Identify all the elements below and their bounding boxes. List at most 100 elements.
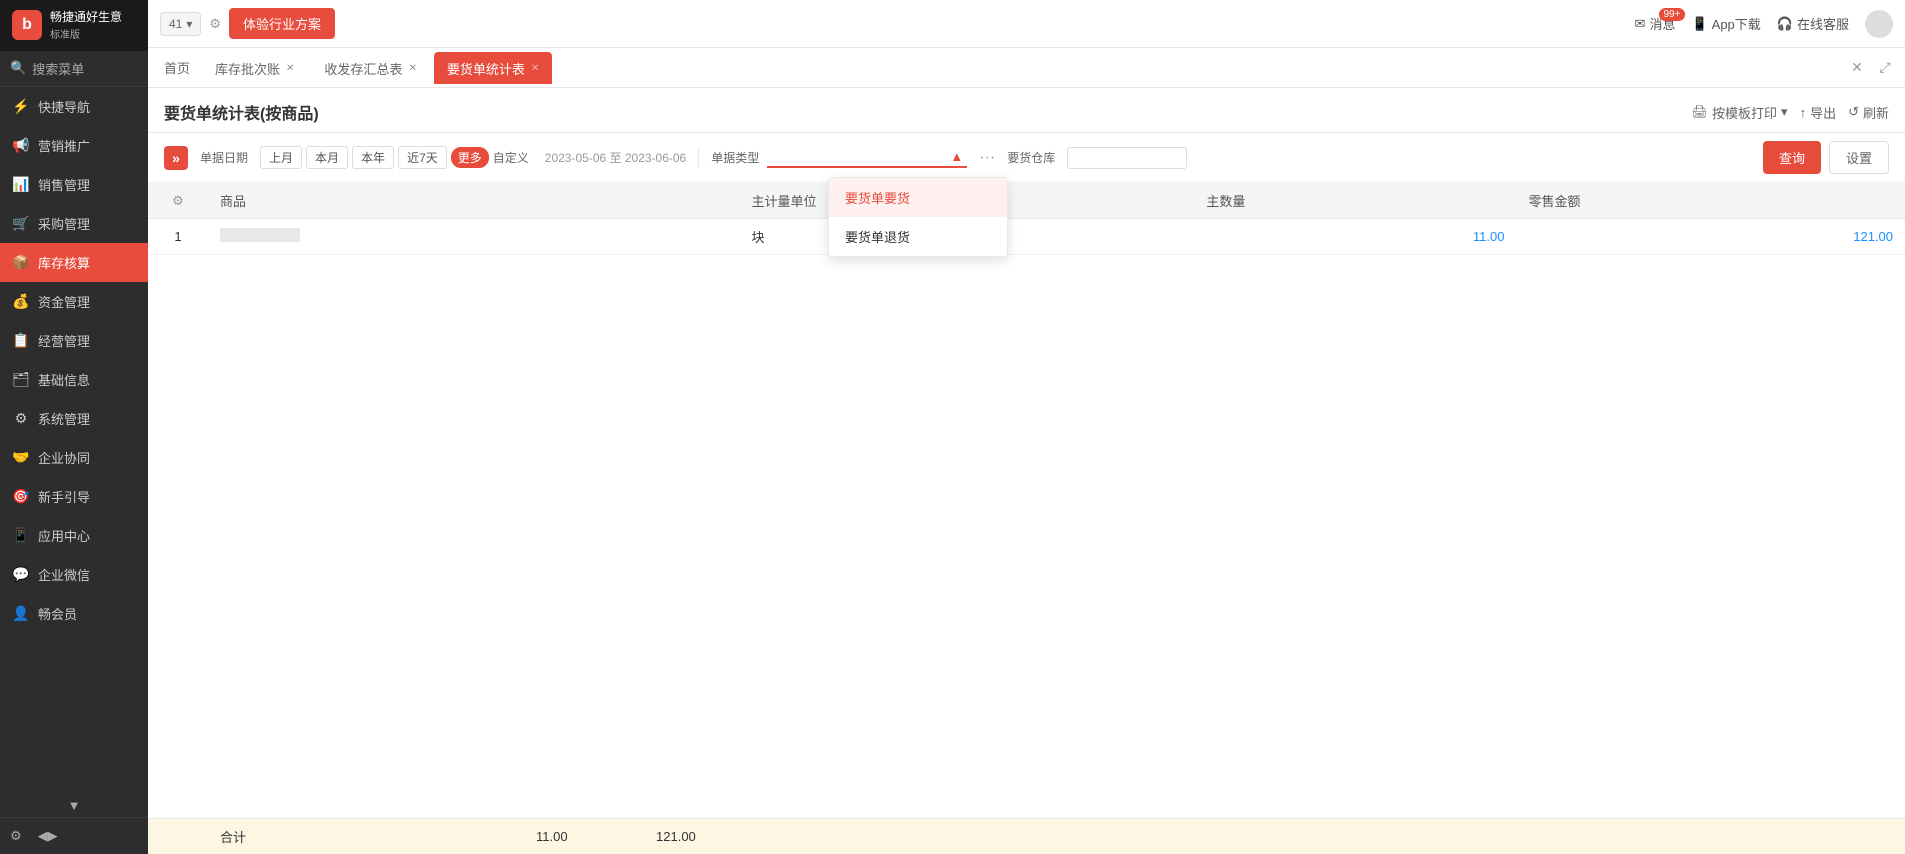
collapse-icon[interactable]: ◀▶: [38, 828, 58, 844]
cell-quantity: 11.00: [1194, 219, 1516, 255]
table-settings-icon[interactable]: ⚙: [172, 193, 184, 208]
sidebar-item-member[interactable]: 👤 畅会员: [0, 594, 148, 633]
type-label: 单据类型: [711, 149, 759, 166]
wechat-icon: 💬: [12, 566, 30, 583]
page-content: 要货单统计表(按商品) 🖨 按模板打印 ▾ ↑ 导出 ↺ 刷新 »: [148, 88, 1905, 854]
messages-item[interactable]: ✉ 消息 99+: [1635, 14, 1676, 33]
tab-close-all[interactable]: ✕: [1845, 56, 1869, 80]
footer-total-amount: 121.00: [656, 829, 736, 844]
cell-amount: 121.00: [1516, 219, 1905, 255]
dropdown-item-0[interactable]: 要货单要货: [829, 178, 1007, 217]
date-btn-this-year[interactable]: 本年: [352, 146, 394, 169]
warehouse-input[interactable]: [1067, 147, 1187, 169]
tab-close-order-stats[interactable]: ✕: [531, 63, 539, 74]
sidebar-item-wechat[interactable]: 💬 企业微信: [0, 555, 148, 594]
sidebar-item-marketing[interactable]: 📢 营销推广: [0, 126, 148, 165]
refresh-btn[interactable]: ↺ 刷新: [1848, 103, 1889, 122]
sidebar-item-inventory[interactable]: 📦 库存核算: [0, 243, 148, 282]
online-service-item[interactable]: 🎧 在线客服: [1777, 14, 1849, 33]
page-title: 要货单统计表(按商品): [164, 100, 319, 124]
date-btn-more[interactable]: 更多: [451, 147, 489, 168]
app-name: 畅捷通好生意: [50, 10, 122, 26]
date-btn-this-month[interactable]: 本月: [306, 146, 348, 169]
sidebar-item-guide[interactable]: 🎯 新手引导: [0, 477, 148, 516]
sidebar-item-enterprise[interactable]: 🤝 企业协同: [0, 438, 148, 477]
user-avatar[interactable]: [1865, 10, 1893, 38]
tab-home[interactable]: 首页: [156, 58, 198, 77]
sidebar-item-system[interactable]: ⚙ 系统管理: [0, 399, 148, 438]
quick-nav-icon: ⚡: [12, 98, 30, 115]
sidebar-item-purchase[interactable]: 🛒 采购管理: [0, 204, 148, 243]
product-placeholder: [220, 228, 300, 242]
col-product: 商品: [208, 183, 740, 219]
topbar: 41 ▾ ⚙ 体验行业方案 ✉ 消息 99+ 📱 App下载 🎧 在线客服: [148, 0, 1905, 48]
sidebar-search[interactable]: 🔍 搜索菜单: [0, 51, 148, 87]
cell-index: 1: [148, 219, 208, 255]
store-selector[interactable]: 41 ▾: [160, 12, 201, 36]
tab-close-receive-summary[interactable]: ✕: [408, 63, 416, 74]
tab-expand[interactable]: ⤢: [1873, 56, 1897, 80]
footer-label: 合计: [220, 827, 246, 846]
date-shortcuts: 上月 本月 本年 近7天 更多 自定义: [260, 146, 529, 169]
tab-receive-summary[interactable]: 收发存汇总表 ✕: [311, 52, 429, 84]
tab-inventory-batch[interactable]: 库存批次账 ✕: [202, 52, 307, 84]
filter-expand-btn[interactable]: »: [164, 146, 188, 170]
enterprise-icon: 🤝: [12, 449, 30, 466]
sidebar-item-quick-nav[interactable]: ⚡ 快捷导航: [0, 87, 148, 126]
date-btn-7days[interactable]: 近7天: [398, 146, 447, 169]
app-download-item[interactable]: 📱 App下载: [1691, 14, 1760, 33]
date-btn-prev-month[interactable]: 上月: [260, 146, 302, 169]
store-selector-dropdown-icon: ▾: [186, 17, 192, 31]
data-table: ⚙ 商品 主计量单位 主数量 零售金额 1 块: [148, 183, 1905, 255]
print-icon: 🖨: [1692, 104, 1709, 120]
footer-total-quantity: 11.00: [536, 829, 616, 844]
custom-label: 自定义: [493, 149, 529, 166]
sidebar-bottom: ⚙ ◀▶: [0, 817, 148, 854]
tabs-right: ✕ ⤢: [1845, 56, 1897, 80]
messages-badge: 99+: [1659, 8, 1686, 21]
guide-icon: 🎯: [12, 488, 30, 505]
app-sub: 标准版: [50, 26, 122, 41]
system-icon: ⚙: [12, 410, 30, 427]
main-area: 41 ▾ ⚙ 体验行业方案 ✉ 消息 99+ 📱 App下载 🎧 在线客服: [148, 0, 1905, 854]
print-btn[interactable]: 🖨 按模板打印 ▾: [1692, 103, 1788, 122]
sidebar-scroll-down[interactable]: ▼: [0, 794, 148, 817]
tab-order-stats[interactable]: 要货单统计表 ✕: [434, 52, 552, 84]
export-btn[interactable]: ↑ 导出: [1800, 103, 1837, 122]
logo: b 畅捷通好生意 标准版: [0, 0, 148, 51]
type-dropdown-icon[interactable]: ▲: [950, 149, 963, 164]
date-label: 单据日期: [200, 149, 248, 166]
sidebar-nav: ⚡ 快捷导航 📢 营销推广 📊 销售管理 🛒 采购管理 📦 库存核算 💰 资金管…: [0, 87, 148, 794]
col-quantity: 主数量: [1194, 183, 1516, 219]
dropdown-item-1[interactable]: 要货单退货: [829, 217, 1007, 256]
sidebar-item-finance[interactable]: 💰 资金管理: [0, 282, 148, 321]
basic-icon: 🗂: [12, 371, 30, 388]
export-icon: ↑: [1800, 105, 1807, 120]
sidebar-item-apps[interactable]: 📱 应用中心: [0, 516, 148, 555]
type-select-input[interactable]: [767, 147, 967, 168]
print-dropdown-icon: ▾: [1781, 104, 1788, 120]
sidebar-item-operations[interactable]: 📋 经营管理: [0, 321, 148, 360]
table-row: 1 块 11.00 121.00: [148, 219, 1905, 255]
inventory-icon: 📦: [12, 254, 30, 271]
type-dropdown: 要货单要货 要货单退货: [828, 177, 1008, 257]
query-button[interactable]: 查询: [1763, 141, 1821, 174]
sidebar-item-basic[interactable]: 🗂 基础信息: [0, 360, 148, 399]
filter-more-options[interactable]: ···: [979, 149, 995, 167]
type-select-group: 单据类型 ▲: [711, 147, 967, 168]
tab-close-inventory-batch[interactable]: ✕: [286, 63, 294, 74]
member-icon: 👤: [12, 605, 30, 622]
logo-icon: b: [12, 10, 42, 40]
filter-actions: 查询 设置: [1763, 141, 1889, 174]
search-icon: 🔍: [10, 60, 26, 76]
date-range: 2023-05-06 至 2023-06-06: [545, 149, 686, 166]
topbar-right: ✉ 消息 99+ 📱 App下载 🎧 在线客服: [1635, 10, 1893, 38]
apps-icon: 📱: [12, 527, 30, 544]
setting-button[interactable]: 设置: [1829, 141, 1889, 174]
table-footer: 合计 11.00 121.00: [148, 818, 1905, 854]
gear-icon-topbar[interactable]: ⚙: [209, 16, 221, 32]
trial-button[interactable]: 体验行业方案: [229, 8, 335, 39]
settings-bottom-icon[interactable]: ⚙: [10, 828, 22, 844]
sidebar-item-sales[interactable]: 📊 销售管理: [0, 165, 148, 204]
sidebar: b 畅捷通好生意 标准版 🔍 搜索菜单 ⚡ 快捷导航 📢 营销推广 📊 销售管理…: [0, 0, 148, 854]
